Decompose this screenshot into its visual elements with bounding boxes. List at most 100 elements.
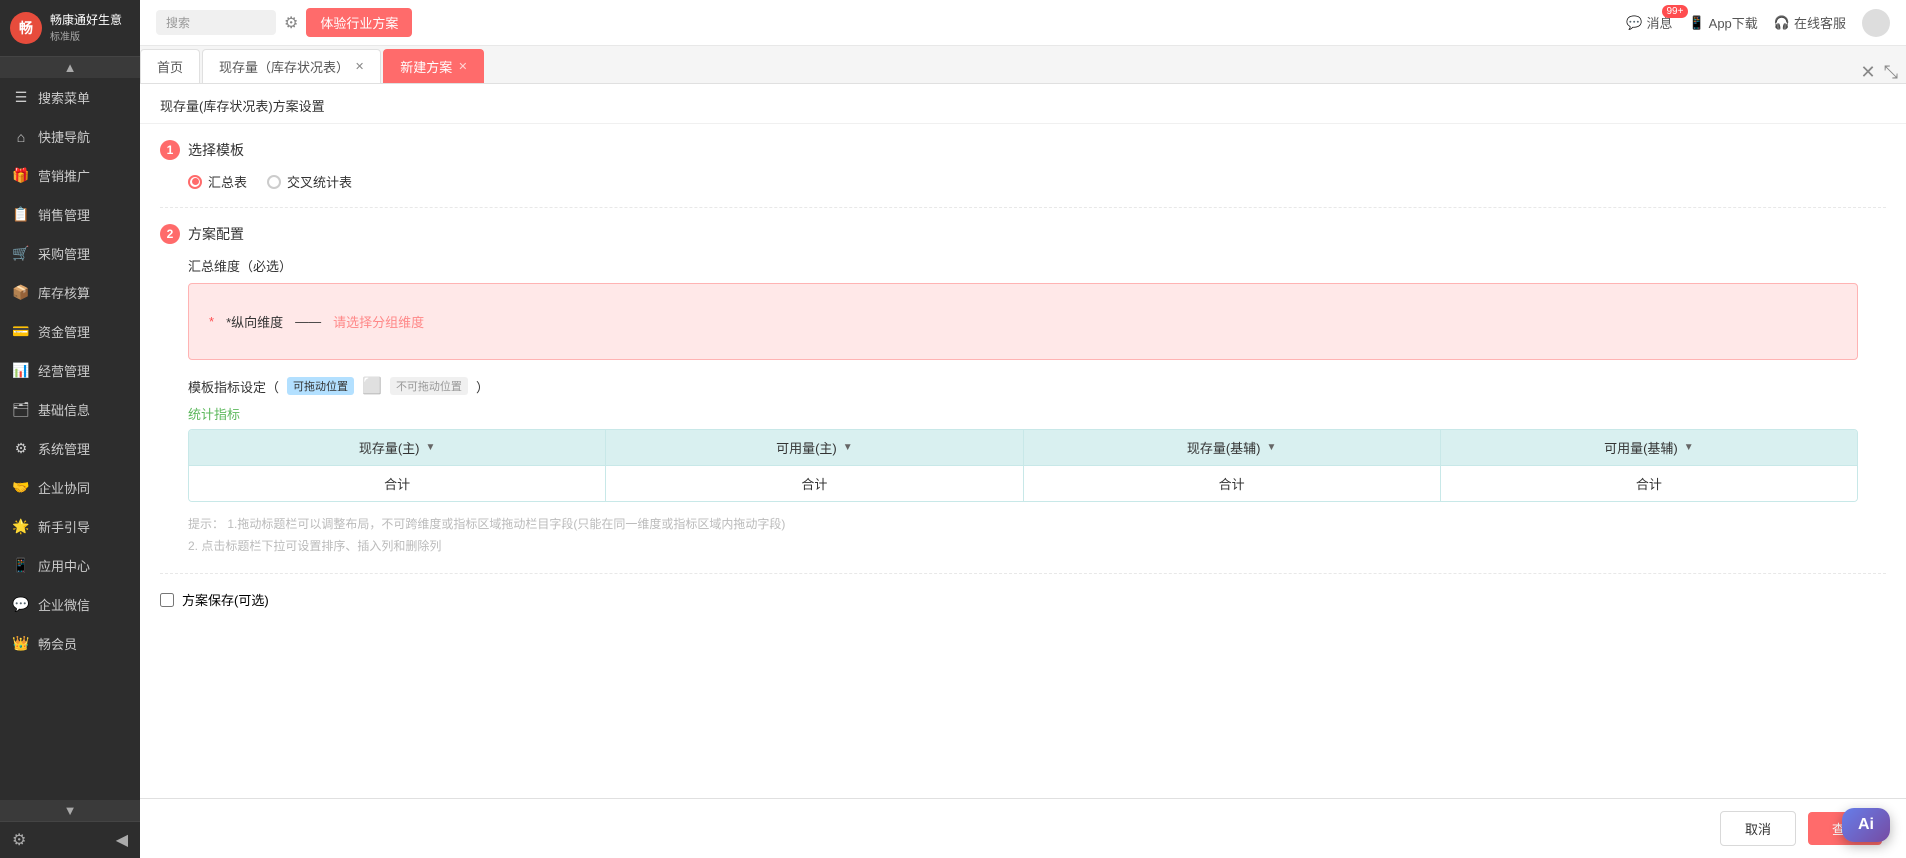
sidebar-item-wechat[interactable]: 💬 企业微信: [0, 585, 140, 624]
tab-expand-btn[interactable]: ⤡: [1884, 62, 1898, 83]
cell-0-0: 合计: [189, 466, 606, 501]
radio-summary-circle: [188, 175, 202, 189]
cell-0-1: 合计: [606, 466, 1023, 501]
section1-number: 1: [160, 140, 180, 160]
wechat-icon: 💬: [12, 596, 30, 614]
sidebar-item-marketing[interactable]: 🎁 营销推广: [0, 156, 140, 195]
message-icon: 💬: [1626, 15, 1642, 31]
enterprise-icon: 🤝: [12, 479, 30, 497]
section1-title: 选择模板: [188, 140, 244, 160]
save-option-row: 方案保存(可选): [160, 590, 1886, 609]
save-option-label: 方案保存(可选): [182, 590, 269, 609]
radio-summary[interactable]: 汇总表: [188, 172, 247, 191]
sidebar-item-operations[interactable]: 📊 经营管理: [0, 351, 140, 390]
tab-new-scheme-close-icon[interactable]: ✕: [458, 60, 467, 73]
marketing-icon: 🎁: [12, 167, 30, 185]
settings-footer-icon[interactable]: ⚙: [12, 830, 26, 850]
tab-new-scheme[interactable]: 新建方案 ✕: [383, 49, 484, 83]
sidebar-item-inventory[interactable]: 📦 库存核算: [0, 273, 140, 312]
sidebar: 畅 畅康通好生意 标准版 ▲ ☰ 搜索菜单 ⌂ 快捷导航 🎁 营销推广 📋 销售…: [0, 0, 140, 858]
save-checkbox[interactable]: [160, 593, 174, 607]
metrics-table-header: 现存量(主) ▼ 可用量(主) ▼ 现存量(基辅) ▼ 可用量(基辅): [189, 430, 1857, 465]
ai-float-button[interactable]: Ai: [1842, 808, 1890, 842]
sidebar-item-search[interactable]: ☰ 搜索菜单: [0, 78, 140, 117]
cell-0-3: 合计: [1441, 466, 1857, 501]
section2-header: 2 方案配置: [160, 224, 1886, 244]
online-service-button[interactable]: 🎧 在线客服: [1774, 13, 1846, 32]
sidebar-item-finance[interactable]: 💳 资金管理: [0, 312, 140, 351]
topbar-left: 搜索 ⚙ 体验行业方案: [156, 8, 412, 37]
sidebar-scroll-up[interactable]: ▲: [0, 57, 140, 78]
system-icon: ⚙: [12, 440, 30, 458]
hint-area: 提示： 1.拖动标题栏可以调整布局，不可跨维度或指标区域拖动栏目字段(只能在同一…: [188, 514, 1858, 557]
metrics-config-label: 模板指标设定（ 可拖动位置 ⬜ 不可拖动位置 ）: [188, 376, 1886, 396]
template-options: 汇总表 交叉统计表: [188, 172, 1886, 191]
radio-cross[interactable]: 交叉统计表: [267, 172, 352, 191]
radio-cross-circle: [267, 175, 281, 189]
dimension-placeholder-text: 请选择分组维度: [333, 312, 424, 331]
sidebar-item-member[interactable]: 👑 畅会员: [0, 624, 140, 663]
page-wrapper: 现存量(库存状况表)方案设置 1 选择模板 汇总表 交叉统计表: [140, 84, 1906, 858]
col-available-main[interactable]: 可用量(主) ▼: [606, 430, 1023, 465]
col-current-main[interactable]: 现存量(主) ▼: [189, 430, 606, 465]
collapse-sidebar-icon[interactable]: ◀: [116, 830, 128, 850]
content-area: 现存量(库存状况表)方案设置 1 选择模板 汇总表 交叉统计表: [140, 84, 1906, 858]
col3-chevron-icon: ▼: [1684, 442, 1694, 453]
col0-chevron-icon: ▼: [426, 442, 436, 453]
sidebar-item-apps[interactable]: 📱 应用中心: [0, 546, 140, 585]
dimension-dash: ——: [295, 314, 321, 329]
sidebar-item-sales[interactable]: 📋 销售管理: [0, 195, 140, 234]
topbar-right: 💬 消息 99+ 📱 App下载 🎧 在线客服: [1626, 9, 1890, 37]
sidebar-item-basics[interactable]: 🗂 基础信息: [0, 390, 140, 429]
sidebar-scroll-down[interactable]: ▼: [0, 800, 140, 821]
user-avatar[interactable]: [1862, 9, 1890, 37]
vertical-dimension-label: *纵向维度: [226, 312, 283, 331]
section2-number: 2: [160, 224, 180, 244]
cell-0-2: 合计: [1024, 466, 1441, 501]
brand-logo: 畅: [10, 12, 42, 44]
col1-chevron-icon: ▼: [843, 442, 853, 453]
app-download-button[interactable]: 📱 App下载: [1688, 13, 1757, 32]
col-current-aux[interactable]: 现存量(基辅) ▼: [1024, 430, 1441, 465]
section-template: 1 选择模板 汇总表 交叉统计表: [160, 140, 1886, 191]
sidebar-item-purchase[interactable]: 🛒 采购管理: [0, 234, 140, 273]
brand-edition: 标准版: [50, 28, 122, 43]
tab-home[interactable]: 首页: [140, 49, 200, 83]
col-available-aux[interactable]: 可用量(基辅) ▼: [1441, 430, 1857, 465]
sidebar-item-enterprise[interactable]: 🤝 企业协同: [0, 468, 140, 507]
inventory-icon: 📦: [12, 284, 30, 302]
tab-close-btn[interactable]: ✕: [1861, 62, 1876, 83]
required-mark: *: [209, 314, 214, 329]
sidebar-item-newbie[interactable]: 🌟 新手引导: [0, 507, 140, 546]
topbar: 搜索 ⚙ 体验行业方案 💬 消息 99+ 📱 App下载 🎧 在线客服: [140, 0, 1906, 46]
purchase-icon: 🛒: [12, 245, 30, 263]
main-area: 搜索 ⚙ 体验行业方案 💬 消息 99+ 📱 App下载 🎧 在线客服 首: [140, 0, 1906, 858]
topbar-search-box[interactable]: 搜索: [156, 10, 276, 35]
draggable-badge: 可拖动位置: [287, 377, 354, 395]
sidebar-item-system[interactable]: ⚙ 系统管理: [0, 429, 140, 468]
sales-icon: 📋: [12, 206, 30, 224]
brand-area: 畅 畅康通好生意 标准版: [0, 0, 140, 57]
col2-chevron-icon: ▼: [1267, 442, 1277, 453]
hint-line-1: 提示： 1.拖动标题栏可以调整布局，不可跨维度或指标区域拖动栏目字段(只能在同一…: [188, 514, 1858, 536]
sidebar-item-shortcut[interactable]: ⌂ 快捷导航: [0, 117, 140, 156]
dimension-selection-box[interactable]: * *纵向维度 —— 请选择分组维度: [188, 283, 1858, 360]
topbar-gear-icon[interactable]: ⚙: [284, 13, 298, 33]
sidebar-footer: ⚙ ◀: [0, 821, 140, 858]
hint-line-2: 2. 点击标题栏下拉可设置排序、插入列和删除列: [188, 536, 1858, 558]
messages-button[interactable]: 💬 消息 99+: [1626, 13, 1672, 32]
section-divider-2: [160, 573, 1886, 574]
industry-solution-button[interactable]: 体验行业方案: [306, 8, 412, 37]
non-draggable-badge: 不可拖动位置: [390, 377, 468, 395]
tab-inventory-close-icon[interactable]: ✕: [355, 60, 364, 73]
action-bar: 取消 查询: [140, 798, 1906, 858]
sidebar-nav: ☰ 搜索菜单 ⌂ 快捷导航 🎁 营销推广 📋 销售管理 🛒 采购管理 📦 库存核…: [0, 78, 140, 800]
operations-icon: 📊: [12, 362, 30, 380]
tab-inventory-status[interactable]: 现存量（库存状况表） ✕: [202, 49, 381, 83]
cancel-button[interactable]: 取消: [1720, 811, 1796, 846]
headset-icon: 🎧: [1774, 15, 1790, 31]
basics-icon: 🗂: [12, 401, 30, 419]
tabs-bar: 首页 现存量（库存状况表） ✕ 新建方案 ✕ ✕ ⤡: [140, 46, 1906, 84]
non-draggable-icon: ⬜: [362, 376, 382, 396]
shortcut-icon: ⌂: [12, 128, 30, 146]
